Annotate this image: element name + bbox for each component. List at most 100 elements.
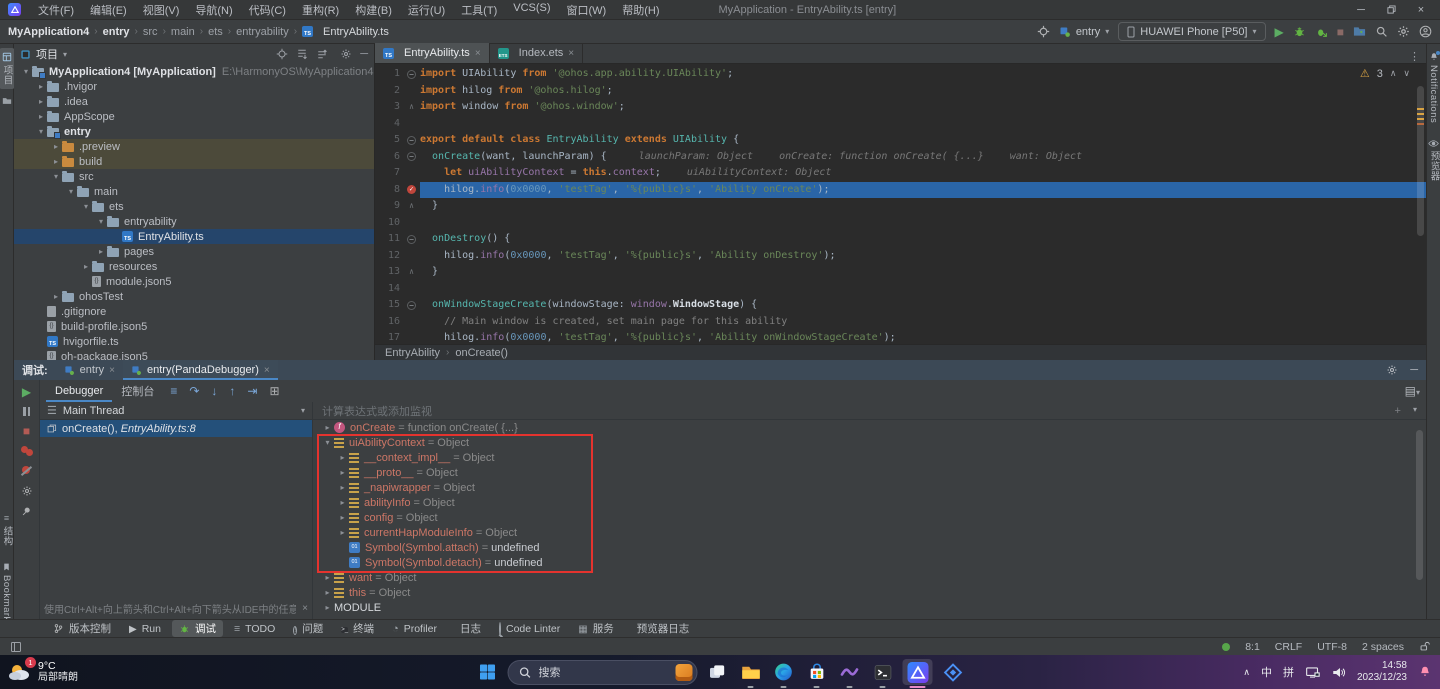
- tool-window-tab-branch[interactable]: 版本控制: [46, 620, 118, 637]
- ime-language-indicator[interactable]: 中: [1261, 664, 1272, 680]
- line-number[interactable]: 11: [375, 231, 403, 248]
- menu-item[interactable]: 视图(V): [136, 1, 187, 19]
- tree-item[interactable]: ▸ .idea: [14, 94, 374, 109]
- var-chevron-icon[interactable]: ▸: [321, 588, 334, 597]
- debug-session-tab[interactable]: entry ×: [56, 360, 123, 380]
- gutter-mark[interactable]: ∧: [403, 264, 420, 281]
- tool-window-tab-profiler[interactable]: ◔ Profiler: [385, 622, 444, 636]
- menu-item[interactable]: VCS(S): [506, 1, 557, 19]
- device-manager-icon[interactable]: [1037, 25, 1050, 38]
- tree-chevron-icon[interactable]: ▸: [35, 112, 47, 121]
- breadcrumb-method[interactable]: onCreate(): [455, 347, 508, 359]
- code-editor[interactable]: 1− import UIAbility from '@ohos.app.abili…: [375, 64, 1426, 344]
- line-number[interactable]: 15: [375, 297, 403, 314]
- fold-icon[interactable]: −: [407, 234, 416, 244]
- gutter-mark[interactable]: [403, 165, 420, 182]
- breakpoint-icon[interactable]: ✓: [407, 185, 416, 195]
- tab-options-icon[interactable]: ⋮: [1403, 50, 1426, 63]
- var-chevron-icon[interactable]: ▾: [321, 438, 334, 447]
- layout-settings-icon[interactable]: ▤▾: [1405, 384, 1420, 398]
- tree-item[interactable]: ▸ ohosTest: [14, 289, 374, 304]
- taskbar-app-taskview[interactable]: [705, 659, 731, 685]
- gutter-mark[interactable]: [403, 248, 420, 265]
- variable-row[interactable]: ▾ uiAbilityContext = Object: [313, 435, 1426, 450]
- taskbar-app-edge[interactable]: [771, 659, 797, 685]
- code-line[interactable]: 16 // Main window is created, set main p…: [375, 314, 1426, 331]
- tree-item[interactable]: .gitignore: [14, 304, 374, 319]
- tree-item[interactable]: oh-package.json5: [14, 349, 374, 360]
- code-line[interactable]: 3 ∧ import window from '@ohos.window';: [375, 99, 1426, 116]
- mute-breakpoints-icon[interactable]: [21, 465, 32, 476]
- breadcrumb-item[interactable]: entryability: [236, 26, 289, 38]
- hidden-icons-chevron[interactable]: ∧: [1243, 667, 1250, 678]
- step-into-icon[interactable]: ↓: [211, 384, 217, 398]
- taskbar-app-explorer[interactable]: [738, 659, 764, 685]
- tree-chevron-icon[interactable]: ▸: [95, 247, 107, 256]
- menu-item[interactable]: 重构(R): [295, 1, 346, 19]
- breadcrumb-item[interactable]: entry: [103, 26, 130, 38]
- variable-row[interactable]: Symbol(Symbol.detach)=undefined: [313, 555, 1426, 570]
- variable-row[interactable]: ▸ _napiwrapper = Object: [313, 480, 1426, 495]
- watch-input[interactable]: 计算表达式或添加监视 + ▾: [312, 402, 1426, 420]
- code-line[interactable]: 15− onWindowStageCreate(windowStage: win…: [375, 297, 1426, 314]
- indent-setting[interactable]: 2 spaces: [1362, 641, 1404, 653]
- tree-chevron-icon[interactable]: ▸: [35, 97, 47, 106]
- menu-item[interactable]: 文件(F): [31, 1, 81, 19]
- tree-chevron-icon[interactable]: ▾: [20, 67, 32, 76]
- tree-chevron-icon[interactable]: ▾: [35, 127, 47, 136]
- tool-window-tab-bug[interactable]: 调试: [171, 620, 223, 637]
- code-line[interactable]: 14: [375, 281, 1426, 298]
- tree-chevron-icon[interactable]: ▸: [50, 157, 62, 166]
- code-line[interactable]: 4: [375, 116, 1426, 133]
- start-button[interactable]: [475, 659, 501, 685]
- close-session-icon[interactable]: ×: [264, 365, 270, 376]
- restore-button[interactable]: [1376, 0, 1406, 20]
- breadcrumb-item[interactable]: MyApplication4: [8, 26, 89, 38]
- tree-chevron-icon[interactable]: ▸: [50, 292, 62, 301]
- gutter-mark[interactable]: [403, 83, 420, 100]
- line-number[interactable]: 9: [375, 198, 403, 215]
- close-tab-icon[interactable]: ×: [475, 48, 481, 59]
- tree-item[interactable]: ▸ pages: [14, 244, 374, 259]
- tool-window-toggle-icon[interactable]: [10, 641, 22, 653]
- fold-icon[interactable]: −: [407, 300, 416, 310]
- gutter-mark[interactable]: −: [403, 66, 420, 83]
- line-number[interactable]: 3: [375, 99, 403, 116]
- close-button[interactable]: ×: [1406, 0, 1436, 20]
- var-chevron-icon[interactable]: ▸: [321, 423, 334, 432]
- gutter-mark[interactable]: −: [403, 297, 420, 314]
- taskbar-app-devecotool[interactable]: [940, 659, 966, 685]
- close-session-icon[interactable]: ×: [109, 365, 115, 376]
- next-problem-icon[interactable]: ∨: [1403, 68, 1410, 79]
- search-box[interactable]: 搜索: [507, 659, 698, 685]
- debug-strip-gear-icon[interactable]: [21, 485, 33, 497]
- minimize-button[interactable]: ─: [1346, 0, 1376, 20]
- taskbar-app-vs[interactable]: [837, 659, 863, 685]
- search-everywhere-icon[interactable]: [1375, 25, 1388, 38]
- tool-window-tab-services[interactable]: ▦ 服务: [571, 620, 620, 637]
- code-line[interactable]: 7 let uiAbilityContext = this.context; ui…: [375, 165, 1426, 182]
- line-number[interactable]: 2: [375, 83, 403, 100]
- variable-row[interactable]: ▸ config = Object: [313, 510, 1426, 525]
- stop-process-button[interactable]: ■: [23, 425, 30, 437]
- line-number[interactable]: 1: [375, 66, 403, 83]
- tree-item[interactable]: ▸ .preview: [14, 139, 374, 154]
- code-line[interactable]: 13 ∧ }: [375, 264, 1426, 281]
- gutter-mark[interactable]: [403, 215, 420, 232]
- gutter-mark[interactable]: −: [403, 132, 420, 149]
- tree-chevron-icon[interactable]: ▸: [80, 262, 92, 271]
- line-number[interactable]: 7: [375, 165, 403, 182]
- menu-item[interactable]: 导航(N): [188, 1, 239, 19]
- view-breakpoints-icon[interactable]: [20, 446, 33, 456]
- device-selector[interactable]: HUAWEI Phone [P50] ▾: [1118, 22, 1266, 41]
- file-encoding[interactable]: UTF-8: [1317, 641, 1347, 653]
- fold-end-icon[interactable]: ∧: [409, 99, 414, 116]
- var-chevron-icon[interactable]: ▸: [321, 603, 334, 612]
- run-config-selector[interactable]: entry ▾: [1059, 26, 1109, 38]
- var-chevron-icon[interactable]: ▸: [336, 513, 349, 522]
- network-icon[interactable]: [1305, 666, 1320, 679]
- clock[interactable]: 14:58 2023/12/23: [1357, 660, 1407, 684]
- code-line[interactable]: 2 import hilog from '@ohos.hilog';: [375, 83, 1426, 100]
- caret-position[interactable]: 8:1: [1245, 641, 1260, 653]
- var-chevron-icon[interactable]: ▸: [336, 498, 349, 507]
